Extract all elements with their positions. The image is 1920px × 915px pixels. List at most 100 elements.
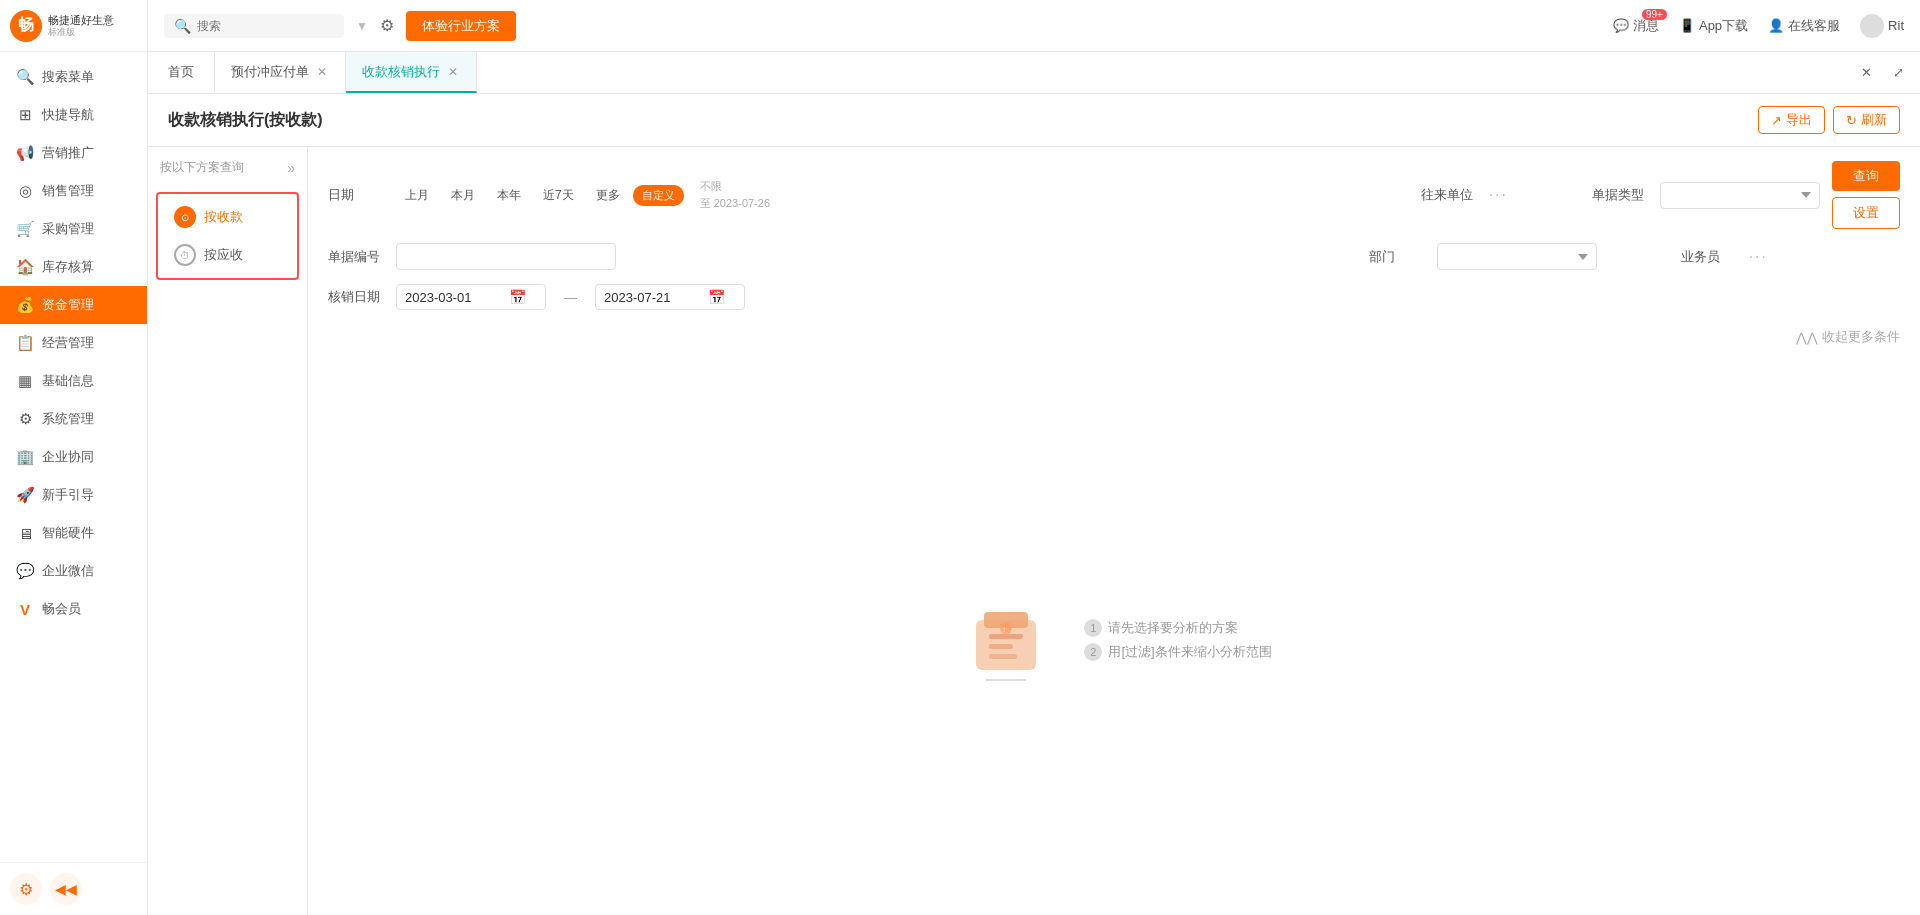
header-search-box[interactable]: 🔍 — [164, 14, 344, 38]
query-row-1: 日期 上月 本月 本年 近7天 更多 自定义 不限 至 2023-07-26 — [328, 161, 1900, 229]
enterprise-icon: 🏢 — [16, 448, 34, 466]
refresh-icon: ↻ — [1846, 113, 1857, 128]
message-icon: 💬 — [1613, 18, 1629, 33]
filter-option-label: 按收款 — [204, 208, 243, 226]
header-gear-icon[interactable]: ⚙ — [380, 16, 394, 35]
verify-date-start-input[interactable] — [405, 290, 505, 305]
message-badge: 99+ — [1642, 9, 1667, 20]
verify-date-label: 核销日期 — [328, 288, 384, 306]
basic-info-icon: ▦ — [16, 372, 34, 390]
sidebar-item-smart-hw[interactable]: 🖥 智能硬件 — [0, 514, 147, 552]
tab-prepay[interactable]: 预付冲应付单 ✕ — [215, 52, 346, 93]
message-btn[interactable]: 💬 消息 99+ — [1613, 17, 1659, 35]
main-area: 🔍 ▼ ⚙ 体验行业方案 💬 消息 99+ 📱 App下载 👤 在线客服 Rit — [148, 0, 1920, 915]
refresh-btn[interactable]: ↻ 刷新 — [1833, 106, 1900, 134]
partner-label: 往来单位 — [1421, 186, 1477, 204]
calendar-icon[interactable]: 📅 — [509, 289, 526, 305]
staff-select-btn[interactable]: ··· — [1749, 248, 1768, 266]
top-header: 🔍 ▼ ⚙ 体验行业方案 💬 消息 99+ 📱 App下载 👤 在线客服 Rit — [148, 0, 1920, 52]
app-download-btn[interactable]: 📱 App下载 — [1679, 17, 1748, 35]
sidebar-nav: 🔍 搜索菜单 ⊞ 快捷导航 📢 营销推广 ◎ 销售管理 🛒 采购管理 🏠 库存核… — [0, 52, 147, 862]
doc-no-input[interactable] — [396, 243, 616, 270]
date-tab-last-month[interactable]: 上月 — [396, 184, 438, 207]
date-info: 不限 至 2023-07-26 — [700, 179, 770, 211]
staff-label: 业务员 — [1681, 248, 1737, 266]
partner-select-btn[interactable]: ··· — [1489, 186, 1508, 204]
app-name: 畅捷通好生意 — [48, 13, 114, 27]
tab-bar-actions: ✕ ⤢ — [1852, 52, 1920, 93]
sidebar-item-operation[interactable]: 📋 经营管理 — [0, 324, 147, 362]
hardware-icon: 🖥 — [16, 525, 34, 542]
sidebar-item-enterprise[interactable]: 🏢 企业协同 — [0, 438, 147, 476]
date-tab-7days[interactable]: 近7天 — [534, 184, 583, 207]
date-tab-this-year[interactable]: 本年 — [488, 184, 530, 207]
date-tab-custom[interactable]: 自定义 — [633, 185, 684, 206]
tab-expand-btn[interactable]: ⤢ — [1884, 59, 1912, 87]
settings-icon: ⚙ — [16, 410, 34, 428]
empty-tips: 1 请先选择要分析的方案 2 用[过滤]条件来缩小分析范围 — [1084, 619, 1271, 661]
tab-receipt-verify[interactable]: 收款核销执行 ✕ — [346, 52, 477, 93]
sidebar-item-purchase[interactable]: 🛒 采购管理 — [0, 210, 147, 248]
sidebar-item-label: 新手引导 — [42, 486, 94, 504]
header-search-input[interactable] — [197, 19, 327, 33]
date-tab-more[interactable]: 更多 — [587, 184, 629, 207]
export-btn[interactable]: ↗ 导出 — [1758, 106, 1825, 134]
logo-icon: 畅 — [10, 10, 42, 42]
date-tab-this-month[interactable]: 本月 — [442, 184, 484, 207]
svg-rect-3 — [989, 644, 1013, 649]
verify-date-end-input[interactable] — [604, 290, 704, 305]
sidebar-bottom: ⚙ ◀◀ — [0, 862, 147, 915]
tab-close-btn[interactable]: ✕ — [315, 63, 329, 81]
date-tabs: 上月 本月 本年 近7天 更多 自定义 — [396, 184, 684, 207]
sidebar-item-corp-wechat[interactable]: 💬 企业微信 — [0, 552, 147, 590]
user-info[interactable]: Rit — [1860, 14, 1904, 38]
empty-state: ! 1 请先选择要分析的方案 2 用[过滤]条件来缩小分析范围 — [308, 364, 1920, 915]
sidebar-collapse-btn[interactable]: ◀◀ — [50, 873, 82, 905]
settings-query-btn[interactable]: 设置 — [1832, 197, 1900, 229]
user-avatar — [1860, 14, 1884, 38]
member-icon: V — [16, 601, 34, 618]
sidebar-item-basic-info[interactable]: ▦ 基础信息 — [0, 362, 147, 400]
query-row-3: 核销日期 📅 — 📅 — [328, 284, 1900, 310]
sidebar-item-label: 搜索菜单 — [42, 68, 94, 86]
calendar-icon[interactable]: 📅 — [708, 289, 725, 305]
tab-close-btn[interactable]: ✕ — [446, 63, 460, 81]
bottom-settings-btn[interactable]: ⚙ — [10, 873, 42, 905]
sidebar-item-new-guide[interactable]: 🚀 新手引导 — [0, 476, 147, 514]
filter-collapse-icon[interactable]: » — [287, 160, 295, 176]
dept-select[interactable] — [1437, 243, 1597, 270]
sidebar-item-label: 采购管理 — [42, 220, 94, 238]
sidebar-item-inventory[interactable]: 🏠 库存核算 — [0, 248, 147, 286]
sidebar-item-label: 企业微信 — [42, 562, 94, 580]
sidebar: 畅 畅捷通好生意 标准版 🔍 搜索菜单 ⊞ 快捷导航 📢 营销推广 ◎ 销售管理… — [0, 0, 148, 915]
filter-option-by-receivable[interactable]: ⏱ 按应收 — [158, 236, 297, 274]
online-service-btn[interactable]: 👤 在线客服 — [1768, 17, 1840, 35]
filter-sidebar-title: 按以下方案查询 » — [148, 159, 307, 184]
doc-type-select[interactable] — [1660, 182, 1820, 209]
sidebar-item-label: 营销推广 — [42, 144, 94, 162]
query-btn[interactable]: 查询 — [1832, 161, 1900, 191]
sidebar-item-label: 库存核算 — [42, 258, 94, 276]
home-icon: ⊞ — [16, 106, 34, 124]
sidebar-item-sys-mgmt[interactable]: ⚙ 系统管理 — [0, 400, 147, 438]
svg-rect-4 — [989, 654, 1017, 659]
date-no-limit: 不限 — [700, 179, 770, 194]
download-icon: 📱 — [1679, 18, 1695, 33]
sidebar-item-fund[interactable]: 💰 资金管理 — [0, 286, 147, 324]
sidebar-item-search[interactable]: 🔍 搜索菜单 — [0, 58, 147, 96]
receivable-icon: ⏱ — [174, 244, 196, 266]
sidebar-item-member[interactable]: V 畅会员 — [0, 590, 147, 628]
collapse-more-btn[interactable]: ⋀⋀ 收起更多条件 — [328, 324, 1900, 350]
marketing-icon: 📢 — [16, 144, 34, 162]
filter-option-by-receipt[interactable]: ⊙ 按收款 — [158, 198, 297, 236]
sidebar-item-label: 畅会员 — [42, 600, 81, 618]
sidebar-item-quick-nav[interactable]: ⊞ 快捷导航 — [0, 96, 147, 134]
tab-bar: 首页 预付冲应付单 ✕ 收款核销执行 ✕ ✕ ⤢ — [148, 52, 1920, 94]
sidebar-item-sales[interactable]: ◎ 销售管理 — [0, 172, 147, 210]
sidebar-item-marketing[interactable]: 📢 营销推广 — [0, 134, 147, 172]
tab-home[interactable]: 首页 — [148, 52, 215, 93]
filter-options-box: ⊙ 按收款 ⏱ 按应收 — [156, 192, 299, 280]
tab-label: 预付冲应付单 — [231, 63, 309, 81]
industry-btn[interactable]: 体验行业方案 — [406, 11, 516, 41]
tab-close-all-btn[interactable]: ✕ — [1852, 59, 1880, 87]
